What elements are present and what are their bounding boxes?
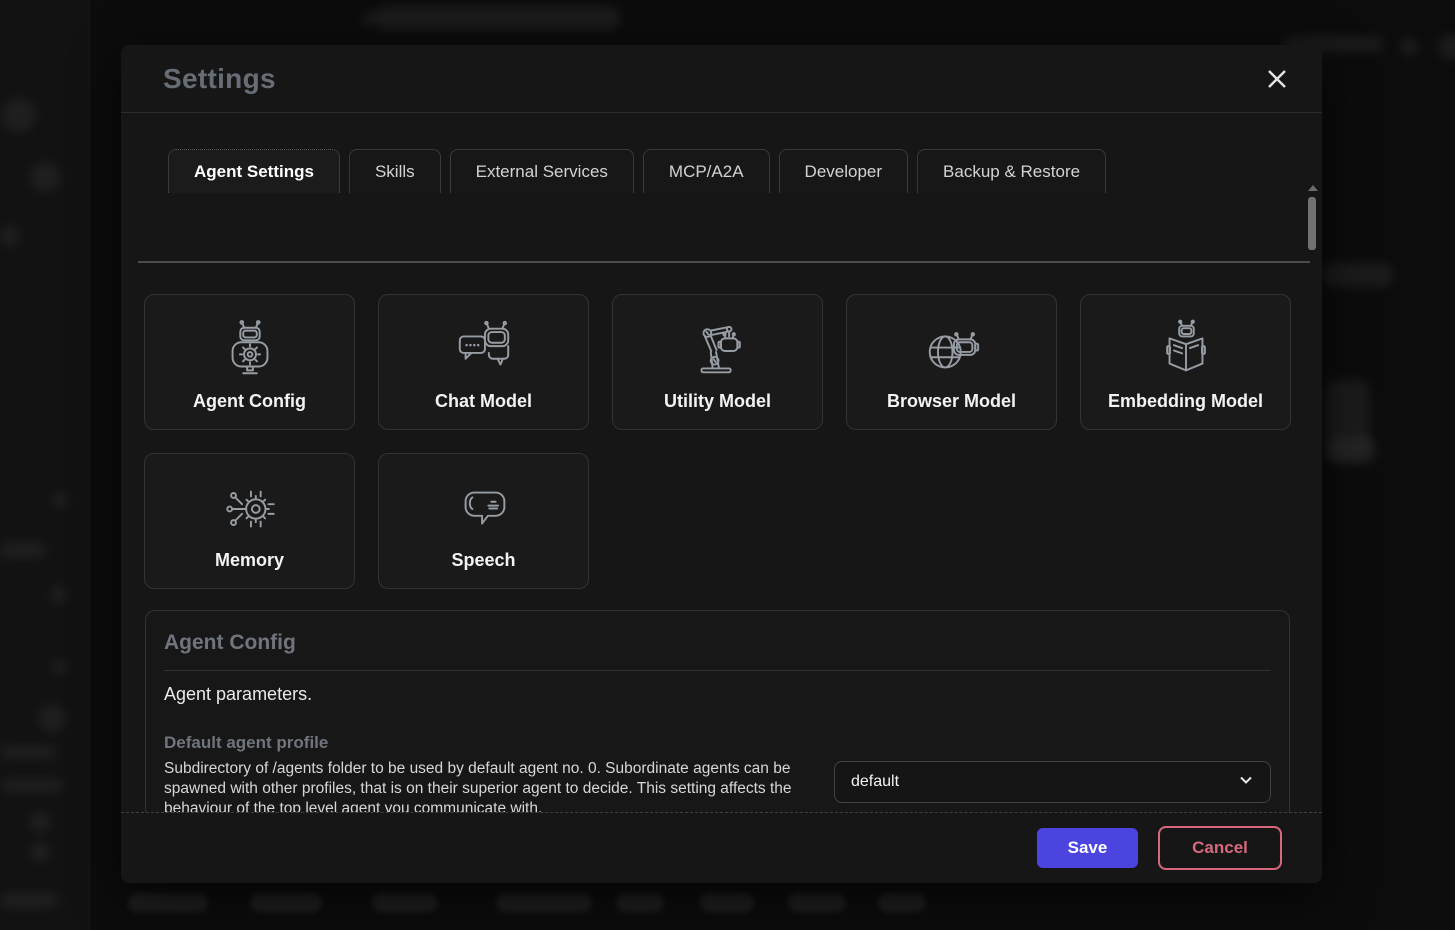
background-topright-icon-blob [1400,38,1418,56]
settings-card-grid: Agent Config Chat Model [144,294,1299,589]
card-agent-config[interactable]: Agent Config [144,294,355,430]
background-chat-icon-blob [363,12,377,26]
tab-agent-settings[interactable]: Agent Settings [168,149,340,193]
modal-footer: Save Cancel [121,812,1322,883]
cancel-button[interactable]: Cancel [1158,826,1282,870]
background-right-pill-blob [1322,263,1394,287]
background-sidebar-label-blob [0,542,46,558]
close-icon [1266,68,1288,90]
card-utility-model[interactable]: Utility Model [612,294,823,430]
speech-bubble-icon [453,478,515,540]
card-label: Utility Model [664,391,771,412]
card-embedding-model[interactable]: Embedding Model [1080,294,1291,430]
background-sidebar-icon-blob [38,704,66,732]
background-toolbar-pill-blob [878,893,926,912]
background-sidebar-icon-blob [30,812,50,832]
tab-mcp-a2a[interactable]: MCP/A2A [643,149,770,193]
field-default-agent-profile: Default agent profile Subdirectory of /a… [164,733,1271,812]
background-sidebar-icon-blob [52,492,68,508]
card-memory[interactable]: Memory [144,453,355,589]
background-toolbar-pill-blob [250,893,322,912]
background-avatar-blob [1438,34,1455,60]
background-sidebar-label-blob [0,893,58,908]
background-sidebar-icon-blob [30,842,50,862]
tab-bar: Agent Settings Skills External Services … [168,149,1322,193]
background-sidebar-icon-blob [52,660,67,675]
scrollbar-thumb[interactable] [1308,197,1316,250]
modal-body: Agent Settings Skills External Services … [121,113,1322,812]
card-label: Agent Config [193,391,306,412]
chevron-down-icon [1238,772,1254,793]
background-right-pill-blob [1327,436,1377,464]
globe-robot-icon [921,319,983,381]
agent-config-section: Agent Config Agent parameters. Default a… [145,610,1290,812]
default-profile-select[interactable]: default [834,761,1271,803]
background-toolbar-pill-blob [128,893,208,912]
section-divider [164,670,1271,671]
background-sidebar-label-blob [0,779,64,792]
background-toolbar-pill-blob [700,893,754,912]
tab-underline [138,261,1310,263]
save-button[interactable]: Save [1037,828,1138,868]
modal-title: Settings [163,63,276,95]
background-sidebar-icon-blob [30,162,60,192]
background-toolbar-pill-blob [788,893,846,912]
section-title: Agent Config [164,631,1271,655]
select-value: default [851,773,899,791]
background-toolbar-pill-blob [616,893,664,912]
card-speech[interactable]: Speech [378,453,589,589]
background-chat-title-blob [375,6,620,30]
tab-skills[interactable]: Skills [349,149,441,193]
settings-modal: Settings Agent Settings Skills External … [121,45,1322,883]
card-label: Speech [451,550,515,571]
background-toolbar-pill-blob [372,893,438,912]
book-robot-icon [1155,319,1217,381]
tab-backup-restore[interactable]: Backup & Restore [917,149,1106,193]
circuit-gear-icon [219,478,281,540]
background-sidebar-icon-blob [0,226,20,246]
close-button[interactable] [1262,64,1292,94]
modal-header: Settings [121,45,1322,113]
field-text: Default agent profile Subdirectory of /a… [164,733,809,812]
card-label: Chat Model [435,391,532,412]
card-chat-model[interactable]: Chat Model [378,294,589,430]
robot-gear-icon [219,319,281,381]
background-toolbar-pill-blob [496,893,592,912]
chat-robot-icon [453,319,515,381]
background-sidebar-icon-blob [2,98,36,132]
tab-developer[interactable]: Developer [779,149,909,193]
robot-arm-icon [687,319,749,381]
card-label: Memory [215,550,284,571]
card-label: Embedding Model [1108,391,1263,412]
card-label: Browser Model [887,391,1016,412]
modal-scrollbar[interactable] [1307,183,1317,812]
field-label: Default agent profile [164,733,809,753]
field-description: Subdirectory of /agents folder to be use… [164,759,796,812]
field-control: default [834,733,1271,812]
card-browser-model[interactable]: Browser Model [846,294,1057,430]
tab-external-services[interactable]: External Services [450,149,634,193]
section-subtitle: Agent parameters. [164,684,1271,705]
background-sidebar-label-blob [0,746,56,759]
scrollbar-up-arrow[interactable] [1308,185,1318,191]
background-sidebar-icon-blob [50,586,67,603]
